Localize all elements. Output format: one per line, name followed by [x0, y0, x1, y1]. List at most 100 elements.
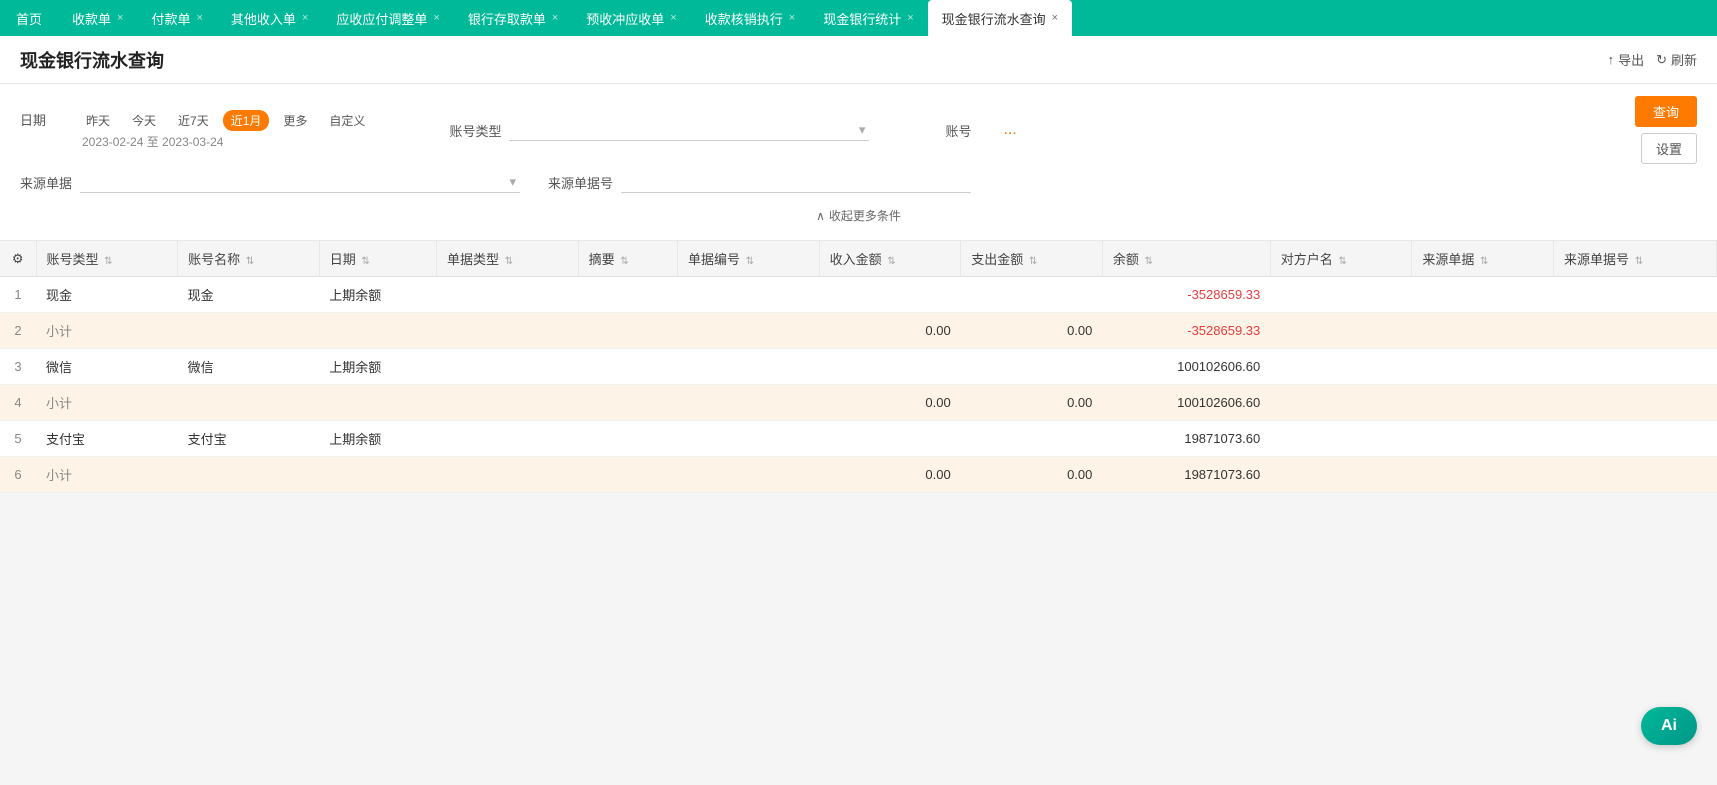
cell-summary: [578, 349, 677, 385]
row-number: 5: [0, 421, 36, 457]
cell-date: 上期余额: [319, 349, 436, 385]
cell-source-doc-no: [1554, 277, 1717, 313]
refresh-icon: ↻: [1656, 52, 1667, 68]
row-number: 3: [0, 349, 36, 385]
date-opt-1month[interactable]: 近1月: [223, 110, 270, 131]
cell-date: 上期余额: [319, 421, 436, 457]
th-summary[interactable]: 摘要 ⇅: [578, 241, 677, 277]
nav-home[interactable]: 首页: [0, 0, 58, 36]
th-doc-no[interactable]: 单据编号 ⇅: [677, 241, 819, 277]
nav-item-fukuandan[interactable]: 付款单 ×: [137, 0, 216, 36]
close-icon[interactable]: ×: [789, 12, 795, 24]
nav-item-cashflow[interactable]: 现金银行流水查询 ×: [928, 0, 1072, 36]
row-number: 2: [0, 313, 36, 349]
query-button[interactable]: 查询: [1635, 96, 1697, 127]
cell-date: [319, 385, 436, 421]
close-icon[interactable]: ×: [552, 12, 558, 24]
source-doc-label: 来源单据: [20, 173, 72, 192]
sort-icon: ⇅: [1338, 256, 1346, 267]
th-source-doc-no[interactable]: 来源单据号 ⇅: [1554, 241, 1717, 277]
date-opt-more[interactable]: 更多: [275, 110, 315, 131]
cell-source-doc-no: [1554, 457, 1717, 493]
cell-expense: 0.00: [961, 313, 1103, 349]
sort-icon: ⇅: [1029, 256, 1037, 267]
row-number: 4: [0, 385, 36, 421]
cell-summary: [578, 457, 677, 493]
th-counterparty[interactable]: 对方户名 ⇅: [1270, 241, 1412, 277]
cell-balance: 100102606.60: [1102, 385, 1270, 421]
date-options: 昨天 今天 近7天 近1月 更多 自定义: [78, 110, 373, 131]
account-label: 账号: [945, 121, 995, 140]
th-account-name[interactable]: 账号名称 ⇅: [178, 241, 320, 277]
th-settings[interactable]: ⚙: [0, 241, 36, 277]
cell-account-name: 微信: [178, 349, 320, 385]
cell-account-name: [178, 457, 320, 493]
filter-row-2: 来源单据 ▾ 来源单据号: [20, 172, 1697, 193]
th-source-doc[interactable]: 来源单据 ⇅: [1412, 241, 1554, 277]
table-row[interactable]: 5 支付宝 支付宝 上期余额 19871073.60: [0, 421, 1717, 457]
ai-button[interactable]: Ai: [1641, 707, 1697, 745]
table-row[interactable]: 3 微信 微信 上期余额 100102606.60: [0, 349, 1717, 385]
nav-item-qita[interactable]: 其他收入单 ×: [217, 0, 322, 36]
nav-item-bank[interactable]: 银行存取款单 ×: [454, 0, 572, 36]
row-number: 6: [0, 457, 36, 493]
cell-income: [819, 421, 961, 457]
export-button[interactable]: ↑ 导出: [1608, 50, 1645, 69]
nav-item-shoukuandan[interactable]: 收款单 ×: [58, 0, 137, 36]
close-icon[interactable]: ×: [1052, 12, 1058, 24]
table-header-row: ⚙ 账号类型 ⇅ 账号名称 ⇅ 日期 ⇅ 单据类型 ⇅: [0, 241, 1717, 277]
cell-doc-type: [436, 277, 578, 313]
refresh-button[interactable]: ↻ 刷新: [1656, 50, 1697, 69]
sort-icon: ⇅: [1480, 256, 1488, 267]
table-row[interactable]: 6 小计 0.00 0.00 19871073.60: [0, 457, 1717, 493]
setting-button[interactable]: 设置: [1641, 133, 1697, 164]
collapse-bar[interactable]: ∧ 收起更多条件: [20, 201, 1697, 228]
nav-item-adjust[interactable]: 应收应付调整单 ×: [322, 0, 453, 36]
close-icon[interactable]: ×: [433, 12, 439, 24]
cell-doc-no: [677, 349, 819, 385]
th-balance[interactable]: 余额 ⇅: [1102, 241, 1270, 277]
table-row[interactable]: 4 小计 0.00 0.00 100102606.60: [0, 385, 1717, 421]
table-row[interactable]: 2 小计 0.00 0.00 -3528659.33: [0, 313, 1717, 349]
th-date[interactable]: 日期 ⇅: [319, 241, 436, 277]
nav-item-stats[interactable]: 现金银行统计 ×: [809, 0, 927, 36]
export-icon: ↑: [1608, 52, 1615, 67]
th-income[interactable]: 收入金额 ⇅: [819, 241, 961, 277]
cell-account-type: 小计: [36, 385, 178, 421]
date-opt-custom[interactable]: 自定义: [321, 110, 373, 131]
cell-source-doc: [1412, 313, 1554, 349]
date-opt-today[interactable]: 今天: [124, 110, 164, 131]
table-container: ⚙ 账号类型 ⇅ 账号名称 ⇅ 日期 ⇅ 单据类型 ⇅: [0, 241, 1717, 493]
filter-row-1: 日期 昨天 今天 近7天 近1月 更多 自定义 2023-02-24 至 202…: [20, 96, 1697, 164]
date-opt-7days[interactable]: 近7天: [170, 110, 217, 131]
table-row[interactable]: 1 现金 现金 上期余额 -3528659.33: [0, 277, 1717, 313]
th-expense[interactable]: 支出金额 ⇅: [961, 241, 1103, 277]
account-type-select[interactable]: ▾: [509, 120, 869, 141]
th-doc-type[interactable]: 单据类型 ⇅: [436, 241, 578, 277]
close-icon[interactable]: ×: [117, 12, 123, 24]
page-header: 现金银行流水查询 ↑ 导出 ↻ 刷新: [0, 36, 1717, 84]
cell-source-doc: [1412, 421, 1554, 457]
cell-account-name: 现金: [178, 277, 320, 313]
date-opt-yesterday[interactable]: 昨天: [78, 110, 118, 131]
nav-item-verify[interactable]: 收款核销执行 ×: [691, 0, 809, 36]
close-icon[interactable]: ×: [196, 12, 202, 24]
account-dots[interactable]: ...: [1003, 121, 1016, 139]
close-icon[interactable]: ×: [670, 12, 676, 24]
filter-area: 日期 昨天 今天 近7天 近1月 更多 自定义 2023-02-24 至 202…: [0, 84, 1717, 241]
cell-expense: 0.00: [961, 385, 1103, 421]
close-icon[interactable]: ×: [302, 12, 308, 24]
cell-doc-type: [436, 421, 578, 457]
cell-income: 0.00: [819, 385, 961, 421]
sort-icon: ⇅: [1635, 256, 1643, 267]
source-doc-no-input[interactable]: [621, 173, 971, 193]
sort-icon: ⇅: [361, 256, 369, 267]
cell-counterparty: [1270, 385, 1412, 421]
account-type-label: 账号类型: [449, 121, 501, 140]
cell-balance: -3528659.33: [1102, 277, 1270, 313]
cell-account-type: 现金: [36, 277, 178, 313]
nav-item-prepay[interactable]: 预收冲应收单 ×: [572, 0, 690, 36]
th-account-type[interactable]: 账号类型 ⇅: [36, 241, 178, 277]
source-doc-select[interactable]: ▾: [80, 172, 520, 193]
close-icon[interactable]: ×: [907, 12, 913, 24]
